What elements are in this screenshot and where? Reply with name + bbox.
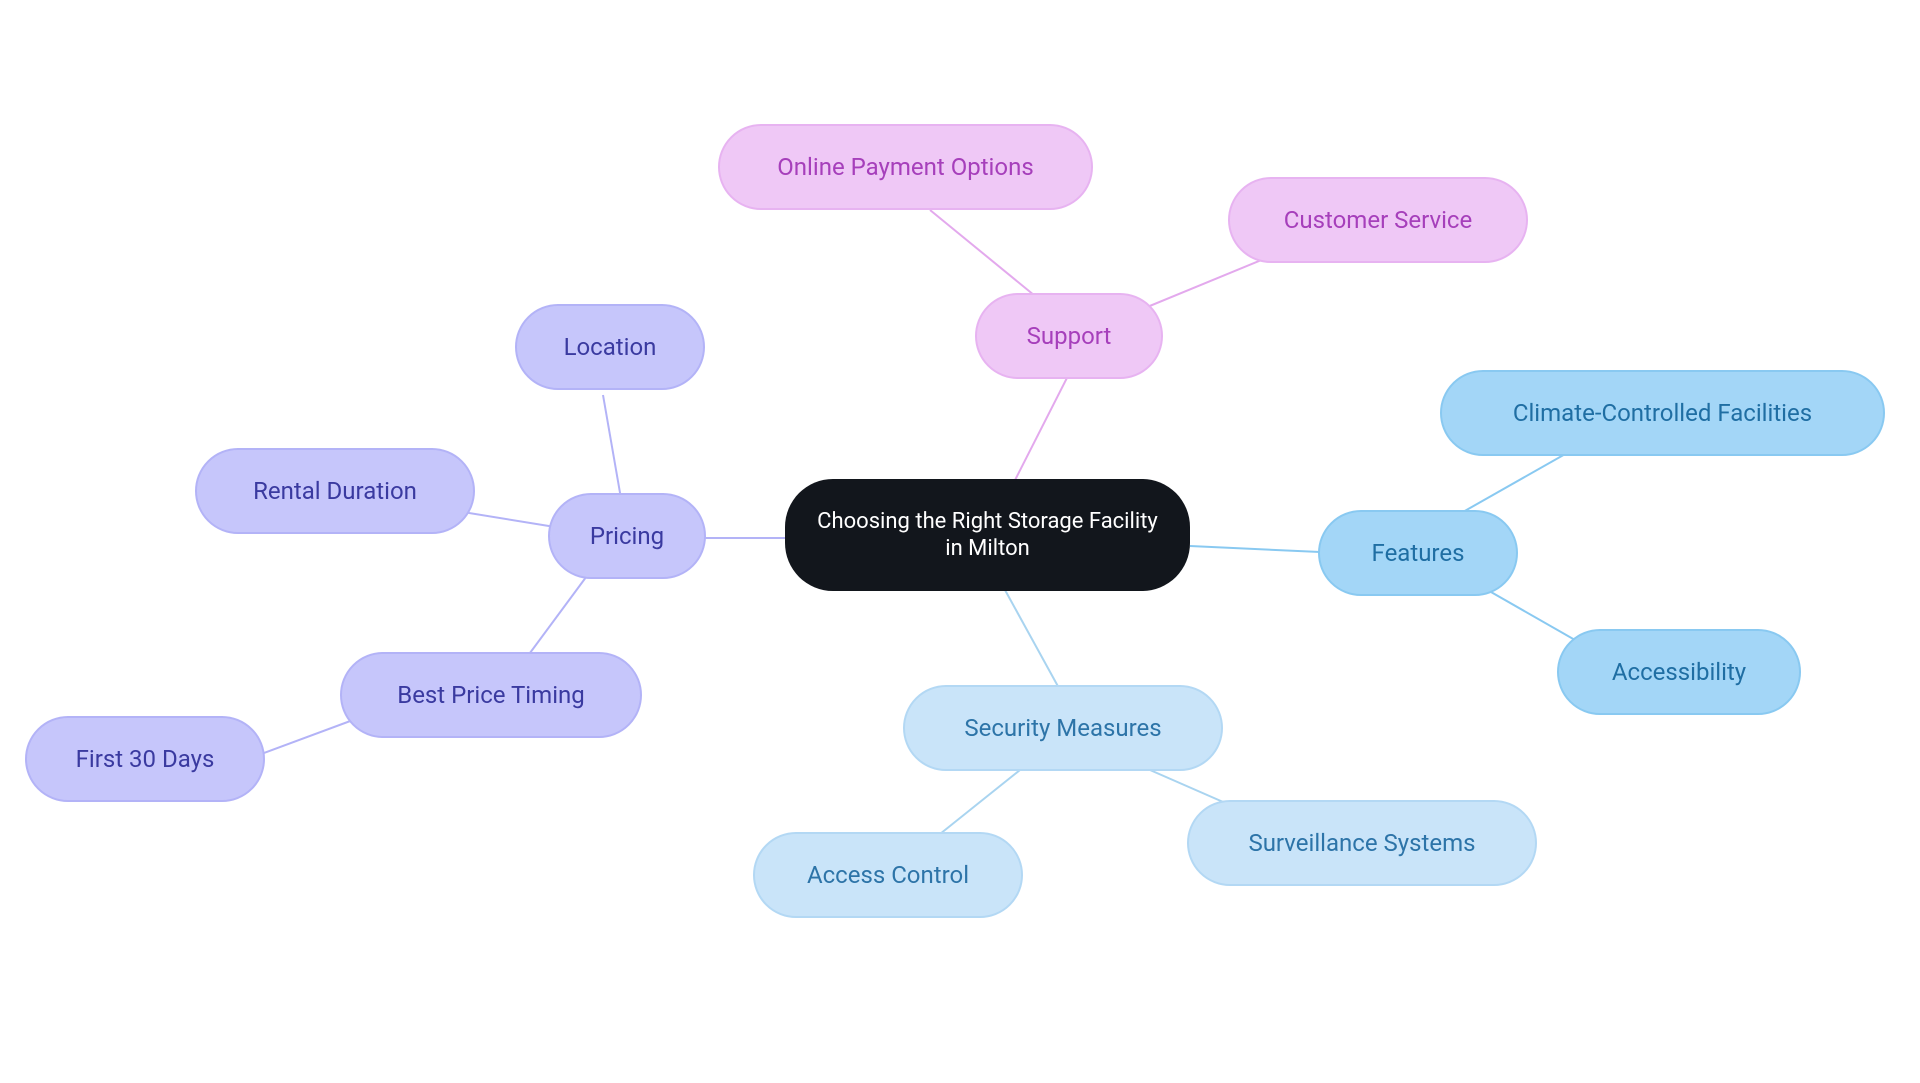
- node-support: Support: [975, 293, 1163, 379]
- node-rental-duration: Rental Duration: [195, 448, 475, 534]
- node-customer-service: Customer Service: [1228, 177, 1528, 263]
- node-online-payment: Online Payment Options: [718, 124, 1093, 210]
- root-node: Choosing the Right Storage Facility in M…: [785, 479, 1190, 591]
- access-control-label: Access Control: [807, 860, 969, 890]
- pricing-label: Pricing: [590, 521, 664, 551]
- customer-service-label: Customer Service: [1284, 205, 1472, 235]
- surveillance-label: Surveillance Systems: [1248, 828, 1475, 858]
- support-label: Support: [1027, 321, 1112, 351]
- node-accessibility: Accessibility: [1557, 629, 1801, 715]
- node-first-30-days: First 30 Days: [25, 716, 265, 802]
- root-label: Choosing the Right Storage Facility in M…: [813, 508, 1162, 563]
- location-label: Location: [564, 332, 657, 362]
- node-features: Features: [1318, 510, 1518, 596]
- mindmap-canvas: Choosing the Right Storage Facility in M…: [0, 0, 1920, 1083]
- node-surveillance: Surveillance Systems: [1187, 800, 1537, 886]
- rental-duration-label: Rental Duration: [253, 476, 417, 506]
- node-best-price-timing: Best Price Timing: [340, 652, 642, 738]
- online-payment-label: Online Payment Options: [777, 152, 1033, 182]
- node-climate: Climate-Controlled Facilities: [1440, 370, 1885, 456]
- features-label: Features: [1372, 538, 1465, 568]
- node-security: Security Measures: [903, 685, 1223, 771]
- best-price-timing-label: Best Price Timing: [397, 680, 585, 710]
- accessibility-label: Accessibility: [1612, 657, 1746, 687]
- node-location: Location: [515, 304, 705, 390]
- node-access-control: Access Control: [753, 832, 1023, 918]
- climate-label: Climate-Controlled Facilities: [1513, 398, 1812, 428]
- first-30-days-label: First 30 Days: [76, 744, 215, 774]
- node-pricing: Pricing: [548, 493, 706, 579]
- security-label: Security Measures: [964, 713, 1161, 743]
